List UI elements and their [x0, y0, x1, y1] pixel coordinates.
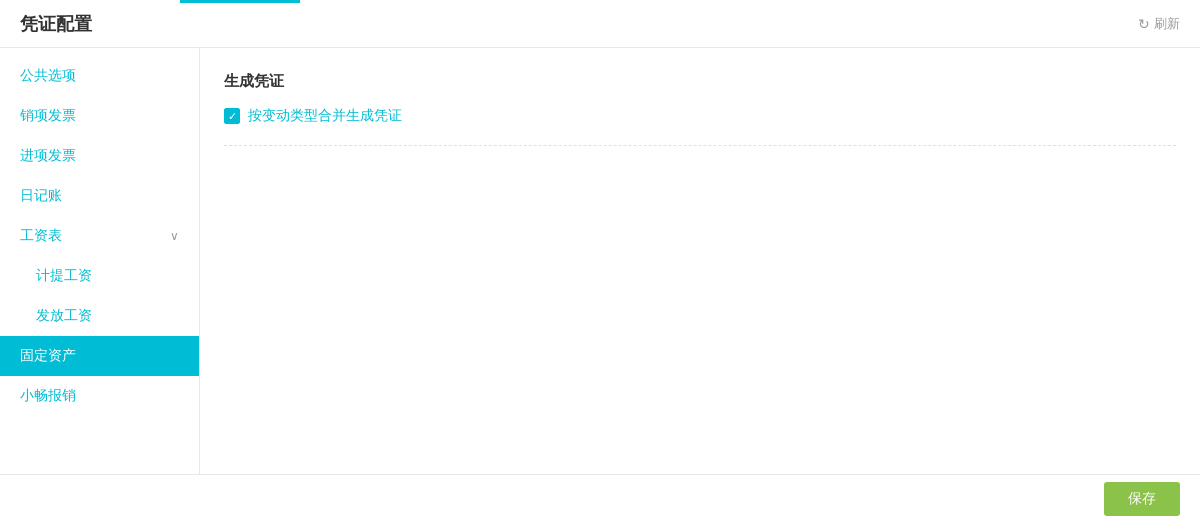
- sidebar-item-expense-report[interactable]: 小畅报销: [0, 376, 199, 416]
- chevron-down-icon: ∨: [170, 229, 179, 243]
- page-title: 凭证配置: [20, 12, 92, 36]
- page-footer: 保存: [0, 474, 1200, 522]
- sidebar-item-label: 计提工资: [36, 267, 92, 285]
- section-title: 生成凭证: [224, 72, 1176, 91]
- sidebar-item-label: 销项发票: [20, 107, 76, 125]
- sidebar-item-label: 工资表: [20, 227, 62, 245]
- refresh-button[interactable]: ↻ 刷新: [1138, 15, 1180, 33]
- sidebar-item-label: 小畅报销: [20, 387, 76, 405]
- sidebar-item-label: 日记账: [20, 187, 62, 205]
- sidebar-item-calc-salary[interactable]: 计提工资: [0, 256, 199, 296]
- merge-checkbox[interactable]: [224, 108, 240, 124]
- main-layout: 公共选项 销项发票 进项发票 日记账 工资表 ∨ 计提工资 发放工资 固定资产 …: [0, 48, 1200, 474]
- section-divider: [224, 145, 1176, 146]
- sidebar-item-label: 固定资产: [20, 347, 76, 365]
- sidebar-item-purchase-invoice[interactable]: 进项发票: [0, 136, 199, 176]
- sidebar-item-payroll-table[interactable]: 工资表 ∨: [0, 216, 199, 256]
- sidebar-item-label: 公共选项: [20, 67, 76, 85]
- sidebar: 公共选项 销项发票 进项发票 日记账 工资表 ∨ 计提工资 发放工资 固定资产 …: [0, 48, 200, 474]
- sidebar-item-public-options[interactable]: 公共选项: [0, 56, 199, 96]
- sidebar-item-label: 发放工资: [36, 307, 92, 325]
- page-header: 凭证配置 ↻ 刷新: [0, 0, 1200, 48]
- refresh-label: 刷新: [1154, 15, 1180, 33]
- save-button[interactable]: 保存: [1104, 482, 1180, 516]
- content-area: 生成凭证 按变动类型合并生成凭证: [200, 48, 1200, 474]
- refresh-icon: ↻: [1138, 16, 1150, 32]
- sidebar-item-pay-salary[interactable]: 发放工资: [0, 296, 199, 336]
- sidebar-item-journal[interactable]: 日记账: [0, 176, 199, 216]
- top-indicator: [180, 0, 300, 3]
- sidebar-item-sales-invoice[interactable]: 销项发票: [0, 96, 199, 136]
- checkbox-row: 按变动类型合并生成凭证: [224, 107, 1176, 125]
- merge-checkbox-label[interactable]: 按变动类型合并生成凭证: [248, 107, 402, 125]
- sidebar-item-label: 进项发票: [20, 147, 76, 165]
- sidebar-item-fixed-assets[interactable]: 固定资产: [0, 336, 199, 376]
